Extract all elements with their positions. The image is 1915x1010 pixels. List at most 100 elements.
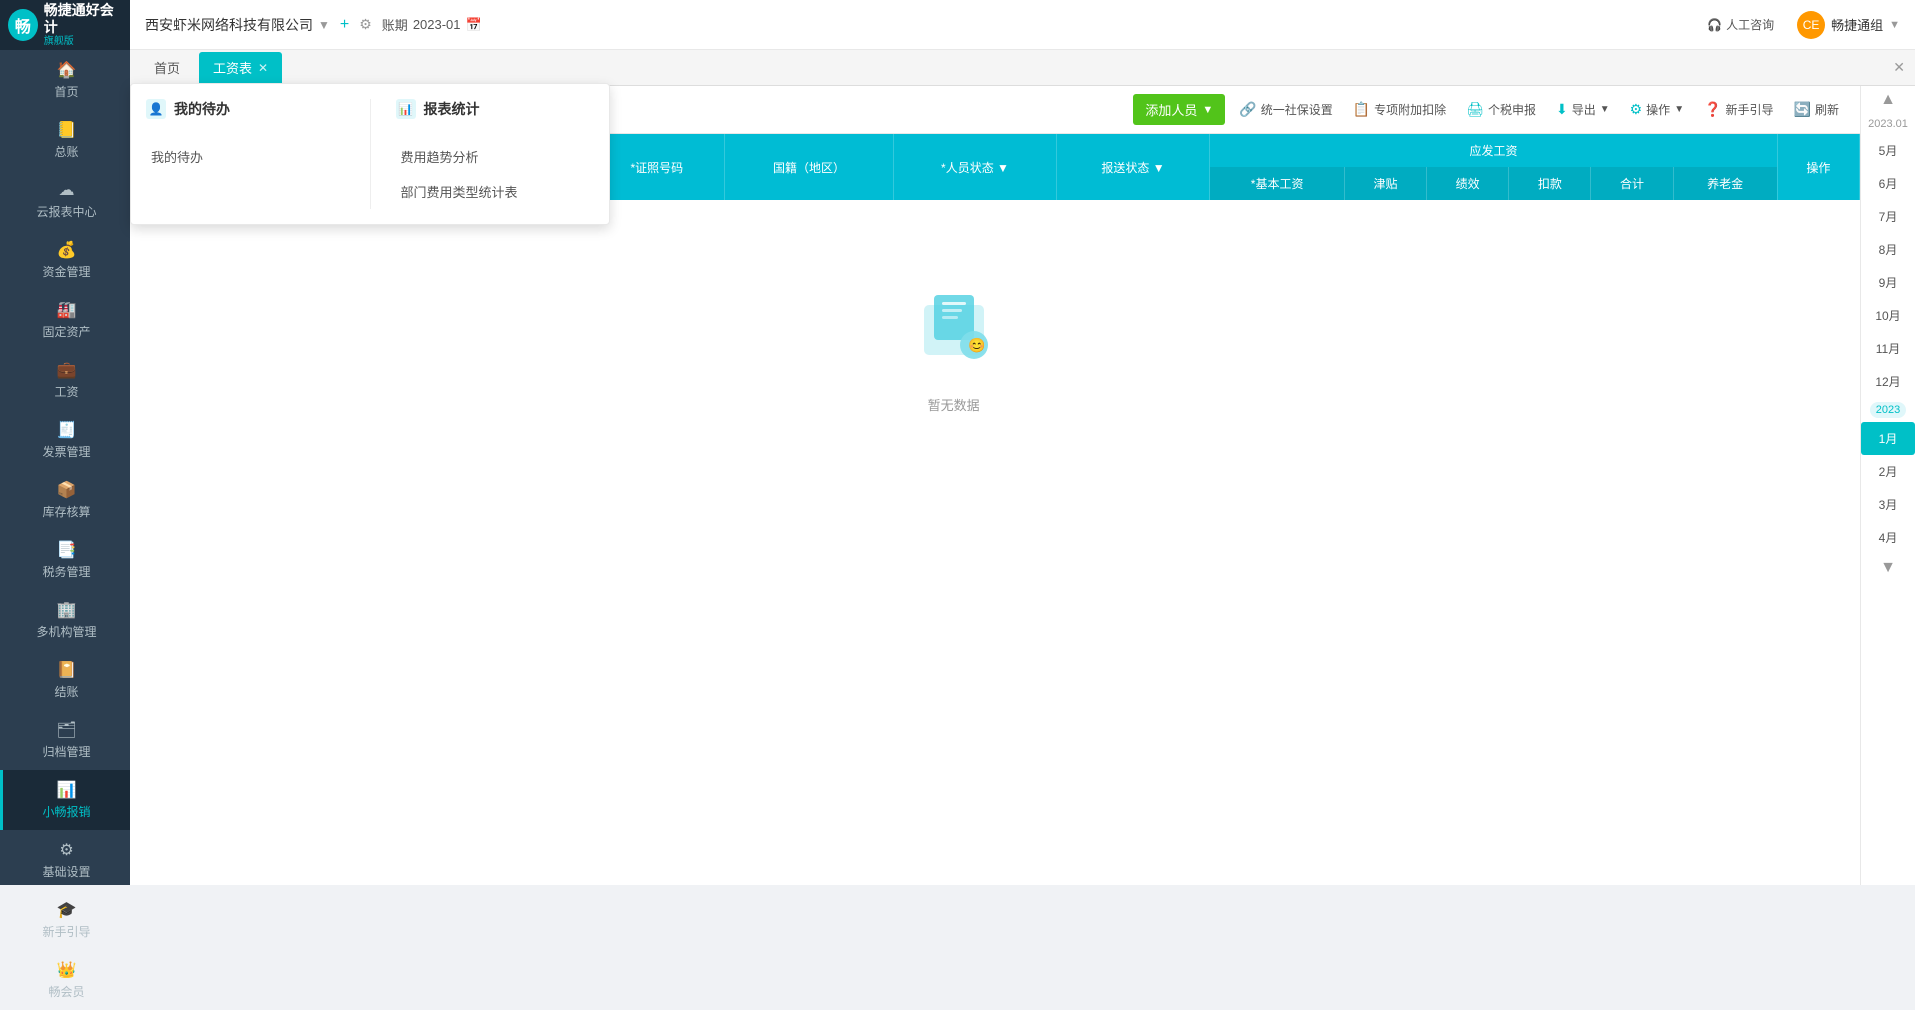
expense-icon: 📊	[57, 780, 77, 800]
popup-reports-title: 报表统计	[424, 99, 480, 119]
settings-icon: ⚙	[59, 840, 73, 860]
sidebar-item-cloud[interactable]: ☁ 云报表中心	[0, 170, 130, 230]
sidebar: 畅 畅捷通好会计 旗舰版 🏠 首页 📒 总账 ☁ 云报表中心 💰 资金管理 🏭 …	[0, 0, 130, 885]
month-7[interactable]: 7月	[1861, 200, 1915, 233]
month-nav-up[interactable]: ▲	[1861, 86, 1915, 114]
export-icon: ⬇	[1556, 101, 1568, 118]
member-icon: 👑	[57, 960, 77, 980]
col-status: *人员状态 ▼	[894, 134, 1056, 200]
month-9[interactable]: 9月	[1861, 266, 1915, 299]
popup-header-reports: 📊 报表统计	[396, 99, 595, 127]
settings-header-icon[interactable]: ⚙	[359, 16, 372, 33]
year-display-top: 2023.01	[1866, 114, 1910, 134]
popup-trend-item[interactable]: 费用趋势分析	[396, 139, 595, 174]
month-sidebar: ▲ 2023.01 5月 6月 7月 8月 9月 10月 11月 12月 202…	[1860, 86, 1915, 885]
social-security-btn[interactable]: 🔗 统一社保设置	[1233, 97, 1338, 122]
operations-btn[interactable]: ⚙ 操作 ▼	[1624, 97, 1690, 122]
sidebar-item-expense[interactable]: 📊 小畅报销	[0, 770, 130, 830]
tabs-bar: 首页 工资表 ✕ ✕	[130, 50, 1915, 86]
service-btn[interactable]: 🎧 人工咨询	[1699, 12, 1782, 37]
tax-icon: 📑	[57, 540, 77, 560]
sidebar-item-home[interactable]: 🏠 首页	[0, 50, 130, 110]
tab-close-icon[interactable]: ✕	[258, 61, 268, 75]
add-company-btn[interactable]: +	[340, 16, 349, 34]
tab-salary[interactable]: 工资表 ✕	[199, 52, 282, 83]
col-base-salary: *基本工资	[1210, 167, 1345, 200]
sidebar-item-archive[interactable]: 🗂 归档管理	[0, 710, 130, 770]
user-info[interactable]: CE 畅捷通组 ▼	[1797, 11, 1900, 39]
sidebar-item-label: 归档管理	[42, 743, 90, 760]
header: 西安虾米网络科技有限公司 ▼ + ⚙ 账期 2023-01 📅 🎧 人工咨询 C…	[130, 0, 1915, 50]
month-10[interactable]: 10月	[1861, 299, 1915, 332]
add-person-button[interactable]: 添加人员 ▼	[1133, 94, 1225, 125]
month-3[interactable]: 3月	[1861, 488, 1915, 521]
sidebar-item-member[interactable]: 👑 畅会员	[0, 950, 130, 1010]
avatar: CE	[1797, 11, 1825, 39]
todo-header-icon: 👤	[146, 99, 166, 119]
user-chevron-icon: ▼	[1889, 19, 1900, 31]
company-selector[interactable]: 西安虾米网络科技有限公司 ▼	[145, 15, 330, 35]
guide-toolbar-icon: ❓	[1704, 101, 1721, 118]
sidebar-item-label: 新手引导	[42, 923, 90, 940]
month-1[interactable]: 1月	[1861, 422, 1915, 455]
empty-text: 暂无数据	[928, 395, 980, 414]
refresh-btn[interactable]: 🔄 刷新	[1788, 97, 1845, 122]
month-4[interactable]: 4月	[1861, 521, 1915, 554]
sidebar-item-label: 发票管理	[42, 443, 90, 460]
sidebar-item-close-account[interactable]: 📔 结账	[0, 650, 130, 710]
month-8[interactable]: 8月	[1861, 233, 1915, 266]
tab-close-all-icon[interactable]: ✕	[1893, 59, 1905, 76]
sidebar-item-inventory[interactable]: 📦 库存核算	[0, 470, 130, 530]
tax-report-icon: 🖨	[1466, 101, 1484, 118]
table-container: 工号 *姓名 ⇅ *部门 *证照类型 *证照号码 国籍（地区） *人员状态 ▼ …	[130, 134, 1860, 885]
sidebar-item-label: 工资	[54, 383, 78, 400]
refresh-label: 刷新	[1815, 101, 1839, 118]
sidebar-item-label: 云报表中心	[36, 203, 96, 220]
popup-header-todo: 👤 我的待办	[146, 99, 345, 127]
popup-dept-item[interactable]: 部门费用类型统计表	[396, 174, 595, 209]
export-label: 导出	[1572, 101, 1596, 118]
col-wages-group: 应发工资	[1210, 134, 1777, 167]
sidebar-item-settings[interactable]: ⚙ 基础设置	[0, 830, 130, 890]
tab-home[interactable]: 首页	[140, 52, 194, 83]
empty-state: 😊 暂无数据	[130, 200, 1777, 494]
guide-btn[interactable]: ❓ 新手引导	[1698, 97, 1779, 122]
operations-label: 操作	[1646, 101, 1670, 118]
col-total: 合计	[1591, 167, 1673, 200]
sidebar-item-assets[interactable]: 🏭 固定资产	[0, 290, 130, 350]
nav-popup: 👤 我的待办 我的待办 📊 报表统计 费用趋势分析 部门费用类型统计表	[130, 83, 610, 225]
export-btn[interactable]: ⬇ 导出 ▼	[1550, 97, 1616, 122]
reports-header-icon: 📊	[396, 99, 416, 119]
month-5[interactable]: 5月	[1861, 134, 1915, 167]
popup-todo-item[interactable]: 我的待办	[146, 139, 345, 174]
archive-icon: 🗂	[56, 720, 76, 740]
col-performance: 绩效	[1427, 167, 1509, 200]
month-6[interactable]: 6月	[1861, 167, 1915, 200]
sidebar-item-invoice[interactable]: 🧾 发票管理	[0, 410, 130, 470]
add-person-label: 添加人员	[1145, 100, 1197, 119]
sidebar-item-ledger[interactable]: 📒 总账	[0, 110, 130, 170]
tab-salary-label: 工资表	[213, 58, 252, 77]
tax-report-btn[interactable]: 🖨 个税申报	[1460, 97, 1542, 122]
multi-org-icon: 🏢	[57, 600, 77, 620]
sidebar-item-multi-org[interactable]: 🏢 多机构管理	[0, 590, 130, 650]
col-allowance: 津贴	[1344, 167, 1426, 200]
period-selector[interactable]: 账期 2023-01 📅	[382, 15, 482, 34]
empty-row: 😊 暂无数据	[130, 200, 1860, 494]
month-nav-down[interactable]: ▼	[1861, 554, 1915, 582]
operations-chevron-icon: ▼	[1674, 104, 1684, 115]
company-name: 西安虾米网络科技有限公司	[145, 15, 313, 35]
sidebar-item-tax[interactable]: 📑 税务管理	[0, 530, 130, 590]
month-12[interactable]: 12月	[1861, 365, 1915, 398]
guide-label: 新手引导	[1726, 101, 1774, 118]
month-11[interactable]: 11月	[1861, 332, 1915, 365]
sidebar-item-salary[interactable]: 💼 工资	[0, 350, 130, 410]
export-chevron-icon: ▼	[1600, 104, 1610, 115]
service-label: 人工咨询	[1726, 16, 1774, 33]
sidebar-item-guide[interactable]: 🎓 新手引导	[0, 890, 130, 950]
special-deduction-btn[interactable]: 📋 专项附加扣除	[1347, 97, 1452, 122]
month-2[interactable]: 2月	[1861, 455, 1915, 488]
sidebar-item-fund[interactable]: 💰 资金管理	[0, 230, 130, 290]
sidebar-item-label: 畅会员	[48, 983, 84, 1000]
inventory-icon: 📦	[57, 480, 77, 500]
